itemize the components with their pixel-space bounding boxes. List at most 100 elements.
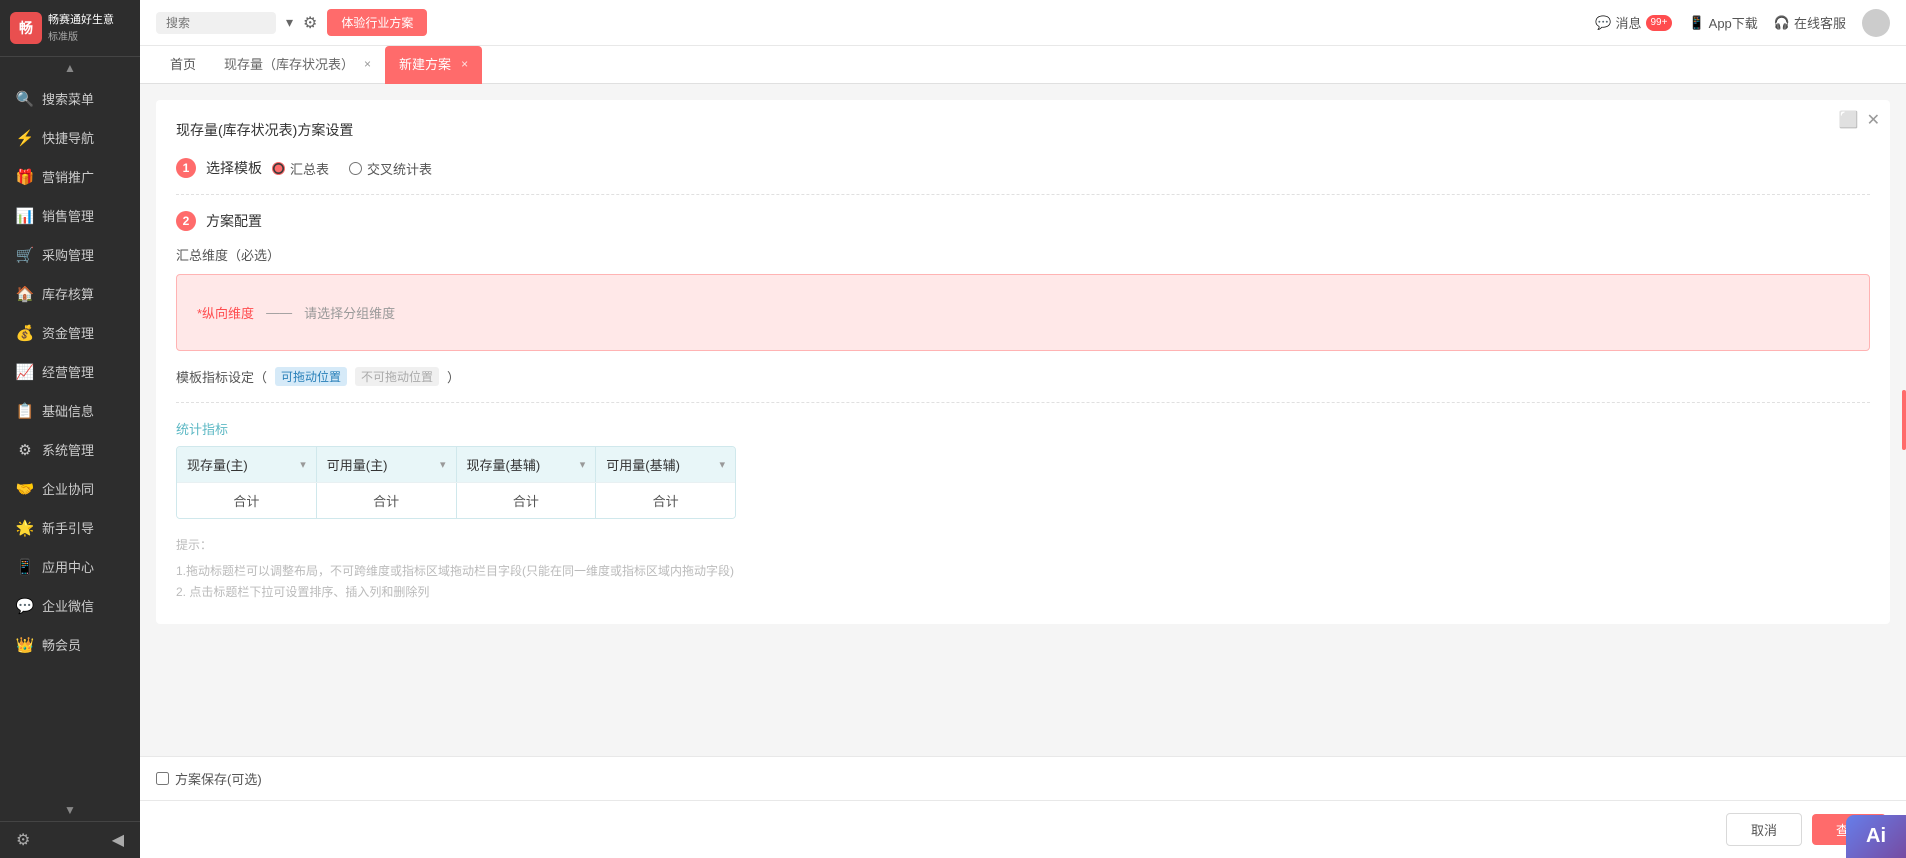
tab-inventory[interactable]: 现存量（库存状况表） × xyxy=(210,46,385,84)
collapse-icon[interactable]: ◀ xyxy=(112,830,124,850)
cancel-button[interactable]: 取消 xyxy=(1726,813,1802,846)
app-center-icon: 📱 xyxy=(16,558,34,576)
stats-table: 现存量(主) ▾ 可用量(主) ▾ 现存量(基辅) ▾ 可用量(基辅) ▾ xyxy=(176,446,736,519)
tab-new-scheme[interactable]: 新建方案 × xyxy=(385,46,482,84)
panel-icons: ⬜ ✕ xyxy=(1839,110,1880,130)
marketing-icon: 🎁 xyxy=(16,168,34,186)
radio-jiaocha-label: 交叉统计表 xyxy=(367,159,432,178)
tip2: 2. 点击标题栏下拉可设置排序、插入列和删除列 xyxy=(176,582,1870,604)
system-icon: ⚙ xyxy=(16,441,34,459)
topbar: ▾ ⚙ 体验行业方案 💬 消息 99+ 📱 App下载 🎧 在线客服 xyxy=(140,0,1906,46)
tip1: 1.拖动标题栏可以调整布局，不可跨维度或指标区域拖动栏目字段(只能在同一维度或指… xyxy=(176,561,1870,583)
sidebar-item-finance[interactable]: 💰 资金管理 xyxy=(0,313,140,352)
stats-label: 统计指标 xyxy=(176,419,1870,438)
logo-sub: 标准版 xyxy=(48,28,114,43)
sidebar-item-member[interactable]: 👑 畅会员 xyxy=(0,625,140,664)
arrow: —— xyxy=(266,305,292,320)
sidebar-item-guide[interactable]: 🌟 新手引导 xyxy=(0,508,140,547)
close-icon[interactable]: ✕ xyxy=(1867,110,1880,130)
section1-header: 1 选择模板 汇总表 交叉统计表 xyxy=(176,158,1870,178)
col1-chevron-icon[interactable]: ▾ xyxy=(300,458,306,471)
tab-new-scheme-close[interactable]: × xyxy=(461,57,468,71)
radio-huizong[interactable]: 汇总表 xyxy=(272,159,329,178)
sidebar-item-label: 采购管理 xyxy=(42,245,94,264)
sidebar-item-label: 新手引导 xyxy=(42,518,94,537)
template-radio-group: 汇总表 交叉统计表 xyxy=(272,159,432,178)
sidebar-item-search[interactable]: 🔍 搜索菜单 xyxy=(0,79,140,118)
main-area: ▾ ⚙ 体验行业方案 💬 消息 99+ 📱 App下载 🎧 在线客服 首页 xyxy=(140,0,1906,858)
footer-bar: 取消 查询 xyxy=(140,800,1906,858)
sidebar-item-wechat[interactable]: 💬 企业微信 xyxy=(0,586,140,625)
user-avatar[interactable] xyxy=(1862,9,1890,37)
sidebar-item-enterprise[interactable]: 🤝 企业协同 xyxy=(0,469,140,508)
ai-badge[interactable]: Ai xyxy=(1846,815,1906,858)
sidebar-item-quick-nav[interactable]: ⚡ 快捷导航 xyxy=(0,118,140,157)
sidebar-item-marketing[interactable]: 🎁 营销推广 xyxy=(0,157,140,196)
sidebar-nav: 🔍 搜索菜单 ⚡ 快捷导航 🎁 营销推广 📊 销售管理 🛒 采购管理 🏠 库存核… xyxy=(0,79,140,799)
stats-col-1[interactable]: 现存量(主) ▾ xyxy=(177,447,317,482)
topbar-right: 💬 消息 99+ 📱 App下载 🎧 在线客服 xyxy=(1595,9,1890,37)
stats-col-3[interactable]: 现存量(基辅) ▾ xyxy=(457,447,597,482)
messages-badge: 99+ xyxy=(1646,15,1673,31)
sidebar-item-label: 应用中心 xyxy=(42,557,94,576)
radio-huizong-label: 汇总表 xyxy=(290,159,329,178)
stats-col-4[interactable]: 可用量(基辅) ▾ xyxy=(596,447,735,482)
online-service-button[interactable]: 🎧 在线客服 xyxy=(1774,13,1846,32)
sales-icon: 📊 xyxy=(16,207,34,225)
sidebar-item-system[interactable]: ⚙ 系统管理 xyxy=(0,430,140,469)
indicator-settings-label: 模板指标设定（ 可拖动位置 不可拖动位置 ） xyxy=(176,367,1870,386)
messages-button[interactable]: 💬 消息 99+ xyxy=(1595,13,1672,32)
tab-new-scheme-label: 新建方案 xyxy=(399,54,451,73)
save-label: 方案保存(可选) xyxy=(175,769,262,788)
guide-icon: 🌟 xyxy=(16,519,34,537)
sidebar-item-label: 基础信息 xyxy=(42,401,94,420)
quick-nav-icon: ⚡ xyxy=(16,129,34,147)
sidebar-item-management[interactable]: 📈 经营管理 xyxy=(0,352,140,391)
message-icon: 💬 xyxy=(1595,15,1611,31)
col4-chevron-icon[interactable]: ▾ xyxy=(719,458,725,471)
stats-col-2[interactable]: 可用量(主) ▾ xyxy=(317,447,457,482)
tab-inventory-close[interactable]: × xyxy=(364,57,371,71)
tab-home[interactable]: 首页 xyxy=(156,46,210,84)
radio-jiaocha-input[interactable] xyxy=(349,162,362,175)
gear-icon[interactable]: ⚙ xyxy=(303,13,317,33)
sidebar-item-label: 营销推广 xyxy=(42,167,94,186)
stats-table-row: 合计 合计 合计 合计 xyxy=(177,482,735,518)
sidebar-item-app-center[interactable]: 📱 应用中心 xyxy=(0,547,140,586)
dimension-box[interactable]: *纵向维度 —— 请选择分组维度 xyxy=(176,274,1870,351)
messages-label: 消息 xyxy=(1615,13,1641,32)
sidebar-scroll-down[interactable]: ▼ xyxy=(0,799,140,821)
sidebar-item-purchase[interactable]: 🛒 采购管理 xyxy=(0,235,140,274)
section2-number: 2 xyxy=(176,211,196,231)
app-download-button[interactable]: 📱 App下载 xyxy=(1688,13,1757,32)
stats-col-2-label: 可用量(主) xyxy=(327,455,388,474)
radio-jiaocha[interactable]: 交叉统计表 xyxy=(349,159,432,178)
col3-chevron-icon[interactable]: ▾ xyxy=(580,458,586,471)
sidebar-item-basic-info[interactable]: 📋 基础信息 xyxy=(0,391,140,430)
section1-number: 1 xyxy=(176,158,196,178)
settings-icon[interactable]: ⚙ xyxy=(16,830,30,850)
non-draggable-tag: 不可拖动位置 xyxy=(355,367,439,386)
col2-chevron-icon[interactable]: ▾ xyxy=(440,458,446,471)
dropdown-icon[interactable]: ▾ xyxy=(286,14,293,31)
headphone-icon: 🎧 xyxy=(1774,15,1790,31)
management-icon: 📈 xyxy=(16,363,34,381)
trial-button[interactable]: 体验行业方案 xyxy=(327,9,427,36)
sidebar-item-label: 畅会员 xyxy=(42,635,81,654)
app-download-label: App下载 xyxy=(1709,13,1758,32)
sidebar-item-sales[interactable]: 📊 销售管理 xyxy=(0,196,140,235)
save-checkbox[interactable] xyxy=(156,772,169,785)
section2-header: 2 方案配置 xyxy=(176,211,1870,231)
minimize-icon[interactable]: ⬜ xyxy=(1839,110,1859,130)
dimension-required-label: 汇总维度（必选） xyxy=(176,245,1870,264)
vertical-label: *纵向维度 xyxy=(197,303,254,322)
section1-title: 选择模板 xyxy=(206,158,262,178)
sidebar-item-label: 快捷导航 xyxy=(42,128,94,147)
search-input[interactable] xyxy=(156,12,276,34)
sidebar-scroll-up[interactable]: ▲ xyxy=(0,57,140,79)
enterprise-icon: 🤝 xyxy=(16,480,34,498)
phone-icon: 📱 xyxy=(1688,15,1704,31)
stats-col-1-label: 现存量(主) xyxy=(187,455,248,474)
radio-huizong-input[interactable] xyxy=(272,162,285,175)
sidebar-item-inventory[interactable]: 🏠 库存核算 xyxy=(0,274,140,313)
